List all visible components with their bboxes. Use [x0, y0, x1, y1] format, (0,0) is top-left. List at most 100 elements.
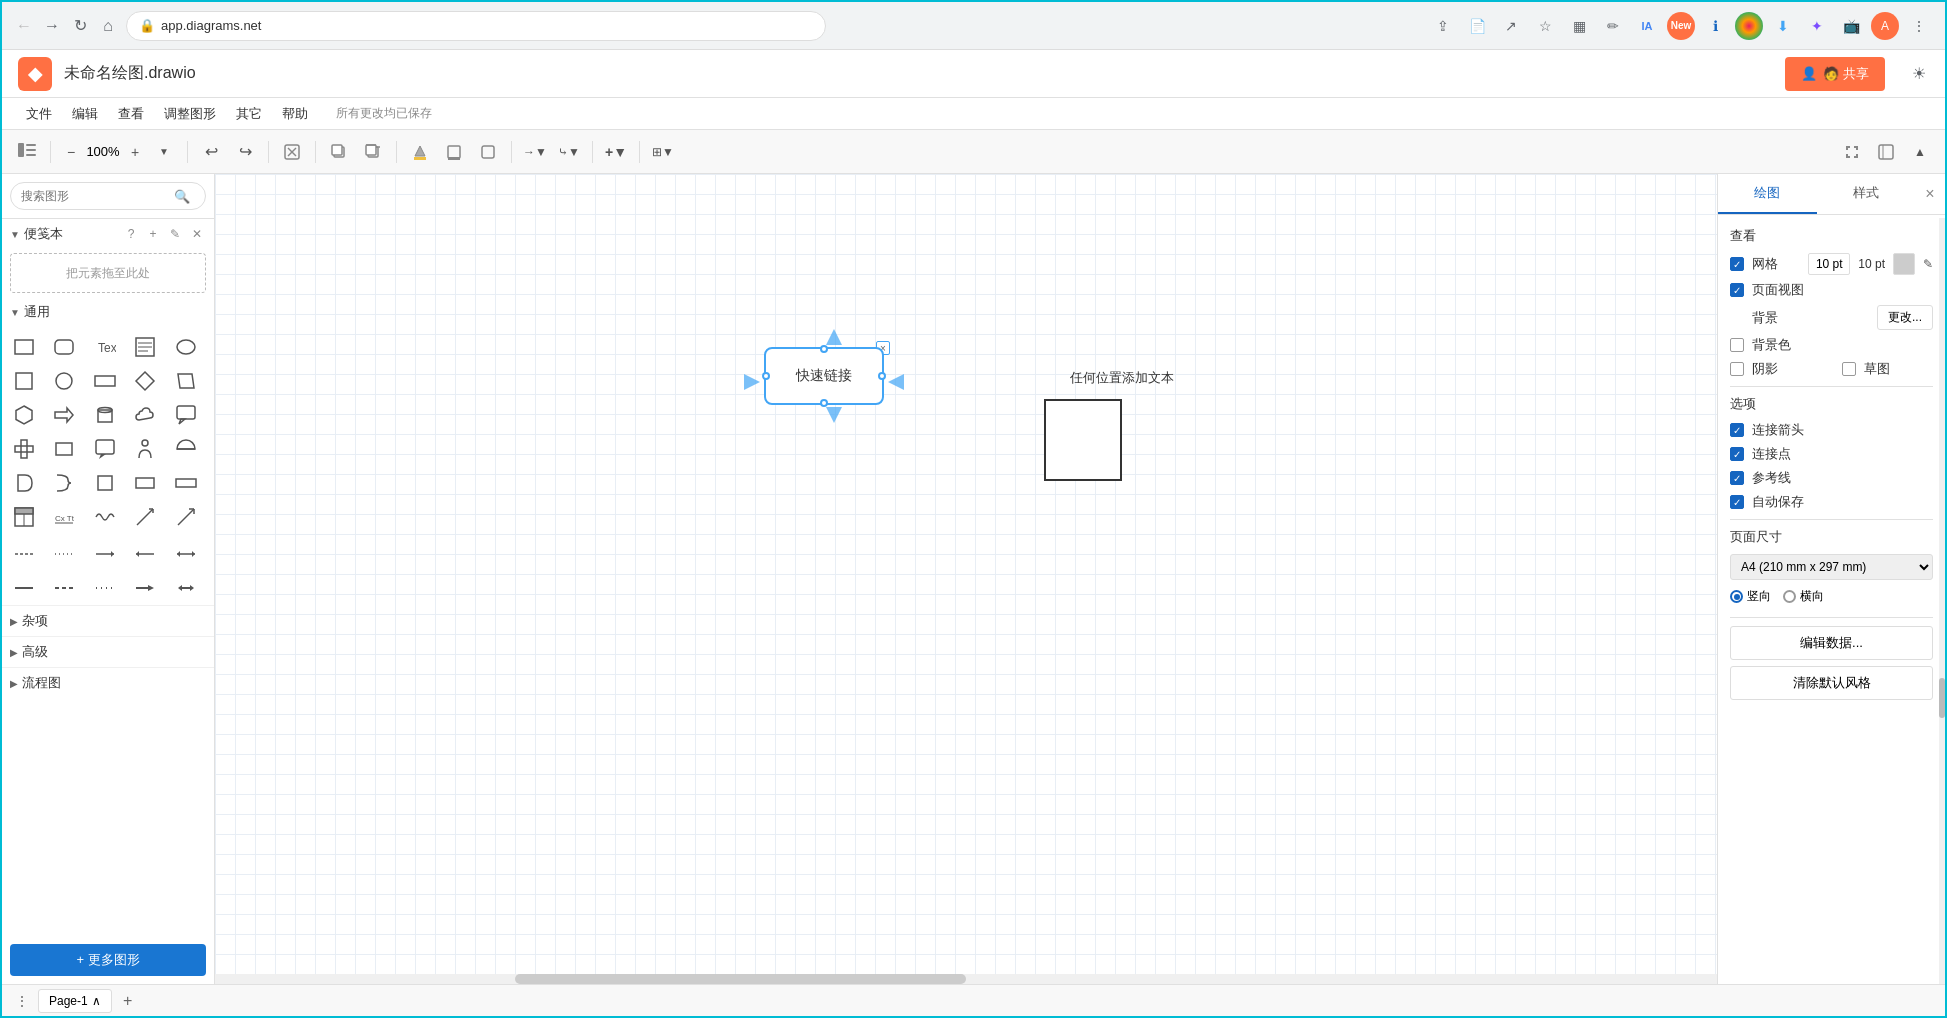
- shape-table-header[interactable]: [8, 501, 40, 533]
- grid-color-box[interactable]: [1893, 253, 1915, 275]
- profile-icon[interactable]: A: [1871, 12, 1899, 40]
- advanced-section[interactable]: ▶ 高级: [2, 636, 214, 667]
- connection-style-btn[interactable]: →▼: [520, 138, 550, 166]
- cp-bottom[interactable]: [820, 399, 828, 407]
- menu-help[interactable]: 帮助: [274, 101, 316, 127]
- shape-ellipse[interactable]: [170, 331, 202, 363]
- redo-btn[interactable]: ↪: [230, 138, 260, 166]
- ext8-icon[interactable]: ✦: [1803, 12, 1831, 40]
- shape-cylinder[interactable]: [89, 399, 121, 431]
- collapse-right-btn[interactable]: ▲: [1905, 138, 1935, 166]
- conn-handle-right[interactable]: [886, 372, 906, 395]
- shape-line-arrow2[interactable]: [129, 569, 161, 601]
- right-panel-close-btn[interactable]: ×: [1915, 174, 1945, 214]
- grid-size-input[interactable]: [1808, 253, 1850, 275]
- shadow-checkbox[interactable]: [1730, 362, 1744, 376]
- shape-parallelogram[interactable]: [170, 365, 202, 397]
- connect-points-checkbox[interactable]: ✓: [1730, 447, 1744, 461]
- page-view-checkbox[interactable]: ✓: [1730, 283, 1744, 297]
- cp-top[interactable]: [820, 345, 828, 353]
- page-tab[interactable]: Page-1 ∧: [38, 989, 112, 1013]
- more-menu-icon[interactable]: ⋮: [1905, 12, 1933, 40]
- shape-back-arrow[interactable]: [129, 535, 161, 567]
- shape-wave[interactable]: [89, 501, 121, 533]
- flowchart-section[interactable]: ▶ 流程图: [2, 667, 214, 698]
- canvas-hscroll-thumb[interactable]: [515, 974, 966, 984]
- shape-note[interactable]: [129, 331, 161, 363]
- grid-edit-btn[interactable]: ✎: [1923, 257, 1933, 271]
- more-shapes-btn[interactable]: + 更多图形: [10, 944, 206, 976]
- fill-color-btn[interactable]: [405, 138, 435, 166]
- shape-d-shape[interactable]: [8, 467, 40, 499]
- outline-color-btn[interactable]: [439, 138, 469, 166]
- shape-thick-rect[interactable]: [129, 467, 161, 499]
- misc-section[interactable]: ▶ 杂项: [2, 605, 214, 636]
- canvas-area[interactable]: 任何位置添加文本: [215, 174, 1717, 984]
- shape-cross[interactable]: [8, 433, 40, 465]
- ext5-icon[interactable]: ℹ: [1701, 12, 1729, 40]
- right-content[interactable]: 查看 ✓ 网格 10 pt ✎ ✓ 页面视图: [1718, 215, 1945, 984]
- menu-arrange[interactable]: 调整图形: [156, 101, 224, 127]
- shape-speech-bubble[interactable]: [89, 433, 121, 465]
- shape-style-btn[interactable]: [473, 138, 503, 166]
- background-change-btn[interactable]: 更改...: [1877, 305, 1933, 330]
- new-badge[interactable]: New: [1667, 12, 1695, 40]
- shape-callout[interactable]: [170, 399, 202, 431]
- undo-btn[interactable]: ↩: [196, 138, 226, 166]
- plain-shape[interactable]: [1044, 399, 1122, 481]
- share-icon[interactable]: ↗: [1497, 12, 1525, 40]
- landscape-radio[interactable]: 横向: [1783, 588, 1824, 605]
- shape-line-double-arrow2[interactable]: [170, 569, 202, 601]
- shape-thin-rect2[interactable]: [48, 433, 80, 465]
- shape-double-arrow[interactable]: [170, 535, 202, 567]
- back-button[interactable]: ←: [14, 16, 34, 36]
- format-toggle-btn[interactable]: ☀: [1909, 64, 1929, 84]
- table-btn[interactable]: ⊞▼: [648, 138, 678, 166]
- shape-arrow-right[interactable]: [48, 399, 80, 431]
- shape-line-solid[interactable]: [8, 569, 40, 601]
- cast-icon[interactable]: ⇪: [1429, 12, 1457, 40]
- bg-color-checkbox[interactable]: [1730, 338, 1744, 352]
- scratch-section-header[interactable]: ▼ 便笺本 ? + ✎ ✕: [2, 219, 214, 249]
- edit-data-btn[interactable]: 编辑数据...: [1730, 626, 1933, 660]
- zoom-dropdown-btn[interactable]: ▼: [149, 138, 179, 166]
- page-size-select[interactable]: A4 (210 mm x 297 mm): [1730, 554, 1933, 580]
- panel-scroll[interactable]: ▼ 便笺本 ? + ✎ ✕ 把元素拖至此处 ▼: [2, 219, 214, 936]
- cp-left[interactable]: [762, 372, 770, 380]
- ext3-icon[interactable]: IA: [1633, 12, 1661, 40]
- menu-other[interactable]: 其它: [228, 101, 270, 127]
- grid-checkbox[interactable]: ✓: [1730, 257, 1744, 271]
- delete-btn[interactable]: [277, 138, 307, 166]
- shape-dashed-line[interactable]: [8, 535, 40, 567]
- shape-half-circle[interactable]: [170, 433, 202, 465]
- reload-button[interactable]: ↻: [70, 16, 90, 36]
- ext6-icon[interactable]: [1735, 12, 1763, 40]
- page-menu-btn[interactable]: ⋮: [10, 989, 34, 1013]
- general-section-header[interactable]: ▼ 通用: [2, 297, 214, 327]
- shape-rounded-rect[interactable]: [48, 331, 80, 363]
- cut-btn[interactable]: [358, 138, 388, 166]
- shape-diamond[interactable]: [129, 365, 161, 397]
- forward-button[interactable]: →: [42, 16, 62, 36]
- shape-cloud[interactable]: [129, 399, 161, 431]
- clear-style-btn[interactable]: 清除默认风格: [1730, 666, 1933, 700]
- shape-person[interactable]: [129, 433, 161, 465]
- share-button[interactable]: 👤 🧑 共享: [1785, 57, 1885, 91]
- schematic-checkbox[interactable]: [1842, 362, 1856, 376]
- duplicate-btn[interactable]: [324, 138, 354, 166]
- conn-handle-left[interactable]: [742, 372, 762, 395]
- scratch-add-btn[interactable]: +: [144, 225, 162, 243]
- scratch-help-btn[interactable]: ?: [122, 225, 140, 243]
- shape-wide-rect[interactable]: [170, 467, 202, 499]
- zoom-in-btn[interactable]: +: [123, 140, 147, 164]
- menu-file[interactable]: 文件: [18, 101, 60, 127]
- ext7-icon[interactable]: ⬇: [1769, 12, 1797, 40]
- fullscreen-btn[interactable]: [1837, 138, 1867, 166]
- ext1-icon[interactable]: ▦: [1565, 12, 1593, 40]
- menu-view[interactable]: 查看: [110, 101, 152, 127]
- insert-btn[interactable]: +▼: [601, 138, 631, 166]
- shape-line-dashed2[interactable]: [48, 569, 80, 601]
- shape-hexagon[interactable]: [8, 399, 40, 431]
- autosave-checkbox[interactable]: ✓: [1730, 495, 1744, 509]
- save-page-icon[interactable]: 📄: [1463, 12, 1491, 40]
